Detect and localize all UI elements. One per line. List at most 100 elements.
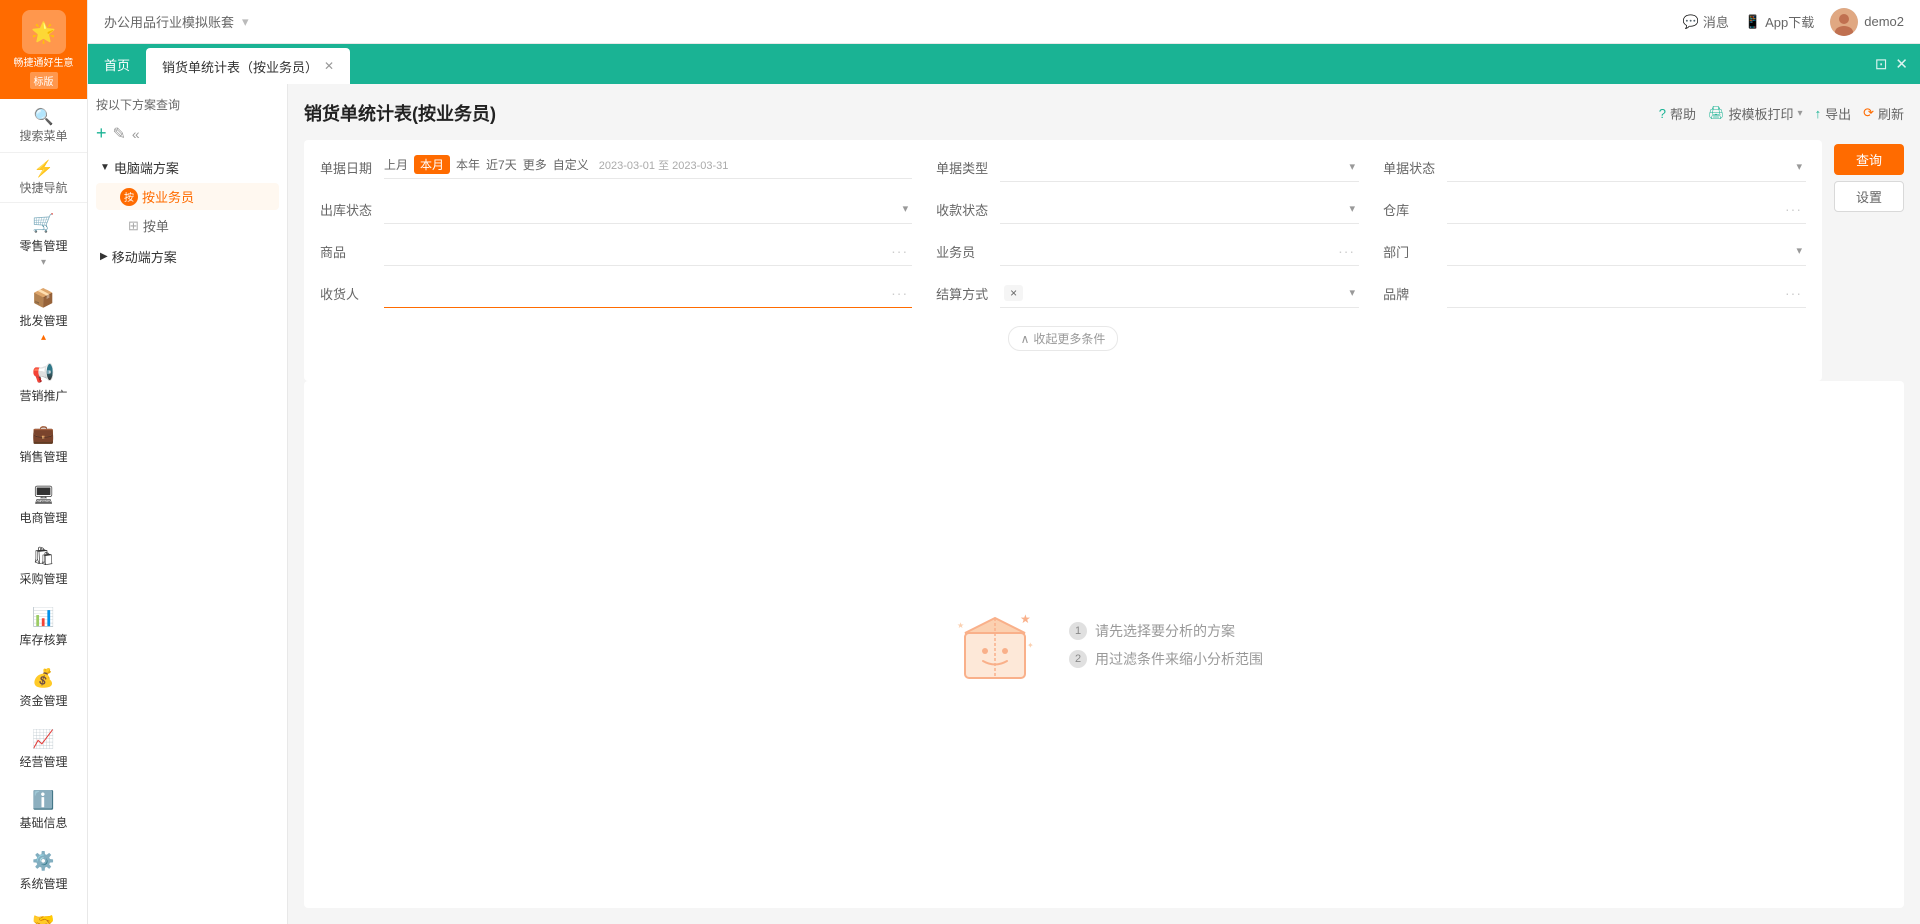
retail-icon: 🛒	[32, 213, 54, 234]
date-tab-this-month[interactable]: 本月	[414, 155, 450, 174]
sidebar-item-basic-info[interactable]: ℹ️ 基础信息	[0, 780, 87, 841]
ecommerce-icon: 🖥	[32, 485, 55, 506]
active-scheme-dot: 按	[120, 188, 138, 206]
filter-department[interactable]: 部门 ▾	[1383, 236, 1806, 266]
filter-brand[interactable]: 品牌 ···	[1383, 278, 1806, 308]
receipt-status-label: 收款状态	[936, 200, 992, 219]
logo-sub: 标版	[30, 72, 58, 89]
restore-window-icon[interactable]: ⊡	[1875, 55, 1888, 73]
sidebar-quicknav-label: 快捷导航	[4, 179, 83, 196]
brand-select[interactable]: ···	[1447, 278, 1806, 308]
out-status-select[interactable]: ▾	[384, 194, 912, 224]
filter-receiver[interactable]: 收货人 ···	[320, 278, 912, 308]
sidebar-item-quicknav[interactable]: ⚡ 快捷导航	[0, 153, 87, 203]
date-tab-last-month[interactable]: 上月	[384, 156, 408, 173]
sales-icon: 💼	[32, 424, 54, 445]
tabbar: 首页 销货单统计表（按业务员） ✕ ⊡ ✕	[88, 44, 1920, 84]
left-panel: 按以下方案查询 + ✎ « ▼ 电脑端方案 按 按业务员 ⊞ 按单	[88, 84, 288, 924]
receipt-status-arrow: ▾	[1350, 202, 1356, 215]
tree-desktop-parent[interactable]: ▼ 电脑端方案	[96, 154, 279, 181]
sidebar-item-enterprise[interactable]: 🤝 企业协同	[0, 902, 87, 924]
sidebar-item-marketing[interactable]: 📢 营销推广	[0, 353, 87, 414]
date-tab-7days[interactable]: 近7天	[486, 156, 517, 173]
product-select[interactable]: ···	[384, 236, 912, 266]
brand-dots: ···	[1785, 285, 1802, 301]
receiver-select[interactable]: ···	[384, 278, 912, 308]
doc-type-arrow: ▾	[1350, 160, 1356, 173]
payment-tag-x[interactable]: ×	[1010, 286, 1017, 300]
doc-status-select[interactable]: ▾	[1447, 152, 1806, 182]
date-tab-custom[interactable]: 自定义	[553, 156, 589, 173]
collapse-btn[interactable]: ∧ 收起更多条件	[1008, 326, 1119, 351]
add-scheme-icon[interactable]: +	[96, 123, 107, 144]
doc-status-arrow: ▾	[1796, 160, 1802, 173]
filter-product[interactable]: 商品 ···	[320, 236, 912, 266]
collapse-bar: ∧ 收起更多条件	[320, 320, 1806, 357]
sidebar-item-sales[interactable]: 💼 销售管理	[0, 414, 87, 475]
topbar-right: 💬 消息 📱 App下载 demo2	[1683, 8, 1904, 36]
sidebar-item-operations[interactable]: 📈 经营管理	[0, 719, 87, 780]
finance-icon: 💰	[32, 668, 54, 689]
receiver-label: 收货人	[320, 284, 376, 303]
filter-doc-type[interactable]: 单据类型 ▾	[936, 152, 1359, 182]
tree-child-byorder[interactable]: ⊞ 按单	[96, 212, 279, 239]
help-icon: ?	[1659, 106, 1666, 121]
salesman-dots: ···	[1338, 243, 1355, 259]
filter-row-2: 出库状态 ▾ 收款状态 ▾	[320, 194, 1806, 224]
tab-sales-stat[interactable]: 销货单统计表（按业务员） ✕	[146, 48, 350, 84]
sidebar-item-finance[interactable]: 💰 资金管理	[0, 658, 87, 719]
receipt-status-select[interactable]: ▾	[1000, 194, 1359, 224]
collapse-panel-icon[interactable]: «	[132, 126, 140, 142]
breadcrumb-arrow: ▾	[242, 14, 249, 30]
export-btn[interactable]: ↑ 导出	[1815, 104, 1852, 123]
template-print-btn[interactable]: 🖨 按模板打印 ▾	[1708, 104, 1803, 123]
filter-doc-status[interactable]: 单据状态 ▾	[1383, 152, 1806, 182]
refresh-btn[interactable]: ⟳ 刷新	[1863, 104, 1904, 123]
sidebar-item-ecommerce[interactable]: 🖥 电商管理	[0, 475, 87, 536]
sidebar-item-wholesale[interactable]: 📦 批发管理 ▴	[0, 278, 87, 353]
filter-payment[interactable]: 结算方式 × ▾	[936, 278, 1359, 308]
warehouse-dots: ···	[1785, 201, 1802, 217]
close-window-icon[interactable]: ✕	[1895, 55, 1908, 73]
filter-row-3: 商品 ··· 业务员 ···	[320, 236, 1806, 266]
svg-text:★: ★	[1020, 612, 1031, 626]
sidebar-item-retail[interactable]: 🛒 零售管理 ▾	[0, 203, 87, 278]
salesman-select[interactable]: ···	[1000, 236, 1359, 266]
tree-mobile-label: 移动端方案	[112, 247, 177, 266]
purchase-label: 采购管理	[19, 570, 67, 587]
date-tab-more[interactable]: 更多	[523, 156, 547, 173]
sidebar-item-inventory[interactable]: 📊 库存核算	[0, 597, 87, 658]
template-print-label: 按模板打印	[1729, 104, 1794, 123]
empty-icon: ★ ★ ✦	[945, 593, 1045, 696]
filter-out-status[interactable]: 出库状态 ▾	[320, 194, 912, 224]
department-select[interactable]: ▾	[1447, 236, 1806, 266]
tree-desktop-label: 电脑端方案	[114, 158, 179, 177]
tree-expand-icon: ▼	[100, 162, 110, 173]
tree-mobile-parent[interactable]: ▶ 移动端方案	[96, 243, 279, 270]
warehouse-select[interactable]: ···	[1447, 194, 1806, 224]
doc-type-select[interactable]: ▾	[1000, 152, 1359, 182]
filter-receipt-status[interactable]: 收款状态 ▾	[936, 194, 1359, 224]
tree-child-salesman[interactable]: 按 按业务员	[96, 183, 279, 210]
messages-btn[interactable]: 💬 消息	[1683, 12, 1729, 31]
settings-button[interactable]: 设置	[1834, 181, 1904, 212]
app-download-btn[interactable]: 📱 App下载	[1745, 12, 1814, 31]
print-arrow-icon: ▾	[1798, 108, 1803, 119]
tab-close-icon[interactable]: ✕	[324, 59, 334, 73]
edit-scheme-icon[interactable]: ✎	[113, 124, 126, 144]
sidebar-item-system[interactable]: ⚙️ 系统管理	[0, 841, 87, 902]
message-icon: 💬	[1683, 14, 1699, 30]
payment-label: 结算方式	[936, 284, 992, 303]
filter-salesman[interactable]: 业务员 ···	[936, 236, 1359, 266]
order-icon: ⊞	[128, 218, 139, 234]
user-area[interactable]: demo2	[1830, 8, 1904, 36]
date-tab-this-year[interactable]: 本年	[456, 156, 480, 173]
empty-content: ★ ★ ✦ 1 请先选择要分析的方案 2 用过滤条件来缩小分析范围	[945, 593, 1263, 696]
help-btn[interactable]: ? 帮助	[1659, 104, 1696, 123]
query-button[interactable]: 查询	[1834, 144, 1904, 175]
sidebar-item-search[interactable]: 🔍 搜索菜单	[0, 99, 87, 153]
tab-home[interactable]: 首页	[88, 44, 146, 84]
filter-warehouse[interactable]: 仓库 ···	[1383, 194, 1806, 224]
payment-select[interactable]: × ▾	[1000, 278, 1359, 308]
sidebar-item-purchase[interactable]: 🛍 采购管理	[0, 536, 87, 597]
